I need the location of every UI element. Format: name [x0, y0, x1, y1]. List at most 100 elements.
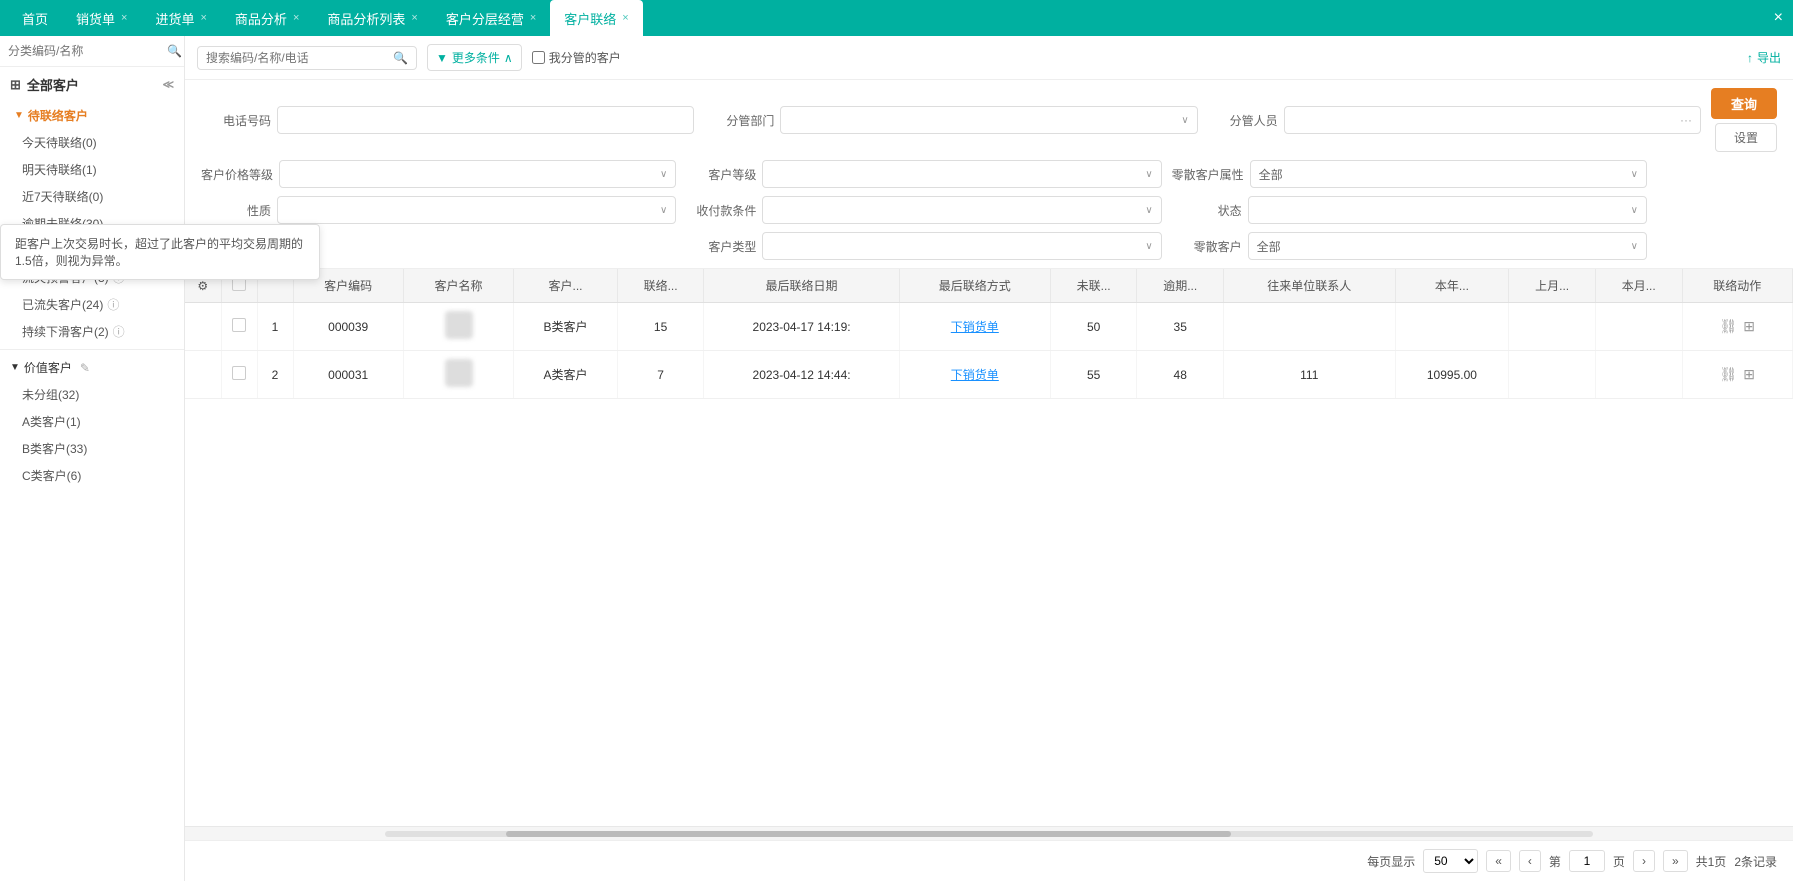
- nav-customer-contact[interactable]: 客户联络 ×: [550, 0, 642, 36]
- sidebar-item-today[interactable]: 今天待联络(0): [0, 129, 184, 156]
- close-purchase-icon[interactable]: ×: [200, 12, 206, 24]
- close-customer-tier-icon[interactable]: ×: [530, 12, 536, 24]
- row2-checkbox[interactable]: [232, 366, 246, 380]
- export-button[interactable]: ↑ 导出: [1747, 49, 1781, 66]
- query-button[interactable]: 查询: [1711, 88, 1777, 119]
- first-page-button[interactable]: «: [1486, 850, 1511, 872]
- row1-contact-person: [1224, 303, 1395, 351]
- col-no-contact-header[interactable]: 未联...: [1050, 269, 1137, 303]
- row1-last-method[interactable]: 下销货单: [899, 303, 1050, 351]
- filter-payment-select[interactable]: ∨: [762, 196, 1161, 224]
- page-size-select[interactable]: 50 20 100: [1423, 849, 1478, 873]
- filter-row-2: 客户价格等级 ∨ 客户等级 ∨ 零散客户属性 全部: [201, 160, 1777, 188]
- row1-link-icon[interactable]: ⛓: [1720, 318, 1738, 335]
- scroll-thumb[interactable]: [506, 831, 1231, 837]
- search-input[interactable]: [206, 51, 389, 65]
- col-last-date-header[interactable]: 最后联络日期: [704, 269, 899, 303]
- sidebar-item-churned[interactable]: 已流失客户(24) ⓘ: [0, 291, 184, 318]
- filter-dept: 分管部门 ∨: [704, 106, 1197, 134]
- sidebar-search-icon[interactable]: 🔍: [167, 44, 182, 58]
- close-sales-icon[interactable]: ×: [121, 12, 127, 24]
- close-all-button[interactable]: ×: [1774, 9, 1783, 27]
- total-records: 2条记录: [1734, 853, 1777, 870]
- filter-dept-select[interactable]: ∨: [780, 106, 1197, 134]
- scroll-track[interactable]: [385, 831, 1593, 837]
- sidebar-item-declining[interactable]: 持续下滑客户(2) ⓘ: [0, 318, 184, 345]
- close-customer-contact-icon[interactable]: ×: [622, 12, 628, 24]
- my-customer-checkbox-label[interactable]: 我分管的客户: [532, 49, 621, 66]
- row2-grid-icon[interactable]: ⊞: [1743, 366, 1755, 383]
- row2-method-link[interactable]: 下销货单: [951, 368, 999, 382]
- col-last-month-header[interactable]: 上月...: [1509, 269, 1596, 303]
- filter-phone-input[interactable]: [277, 106, 694, 134]
- nav-product-analysis[interactable]: 商品分析 ×: [221, 0, 313, 36]
- search-input-icon[interactable]: 🔍: [393, 51, 408, 65]
- more-icon[interactable]: ···: [1680, 113, 1692, 127]
- filter-customer-level-select[interactable]: ∨: [762, 160, 1161, 188]
- filter-scatter-customer-label: 零散客户: [1172, 238, 1242, 255]
- filter-scatter-attr-select[interactable]: 全部 ∨: [1250, 160, 1647, 188]
- row2-avatar: [445, 359, 473, 387]
- filter-person-select[interactable]: ···: [1284, 106, 1701, 134]
- row2-check[interactable]: [221, 351, 257, 399]
- close-product-analysis-icon[interactable]: ×: [293, 12, 299, 24]
- nav-product-list[interactable]: 商品分析列表 ×: [313, 0, 431, 36]
- export-icon: ↑: [1747, 51, 1753, 65]
- sidebar-item-a-class[interactable]: A类客户(1): [0, 408, 184, 435]
- col-contact-person-header[interactable]: 往来单位联系人: [1224, 269, 1395, 303]
- col-name-header[interactable]: 客户名称: [403, 269, 513, 303]
- value-customer-edit-icon[interactable]: ✎: [80, 361, 90, 375]
- sidebar-item-b-class[interactable]: B类客户(33): [0, 435, 184, 462]
- row2-last-method[interactable]: 下销货单: [899, 351, 1050, 399]
- filter-status-select[interactable]: ∨: [1248, 196, 1647, 224]
- row2-link-icon[interactable]: ⛓: [1720, 366, 1738, 383]
- close-product-list-icon[interactable]: ×: [411, 12, 417, 24]
- collapse-icon[interactable]: ≪: [162, 78, 174, 91]
- row1-code: 000039: [293, 303, 403, 351]
- filter-nature-select[interactable]: ∨: [277, 196, 676, 224]
- horizontal-scrollbar[interactable]: [185, 826, 1793, 840]
- filter-scatter-customer-select[interactable]: 全部 ∨: [1248, 232, 1647, 260]
- filter-customer-type-select[interactable]: ∨: [762, 232, 1161, 260]
- next-page-button[interactable]: ›: [1633, 850, 1655, 872]
- col-overdue-header[interactable]: 逾期...: [1137, 269, 1224, 303]
- nav-home[interactable]: 首页: [8, 0, 62, 36]
- prev-page-button[interactable]: ‹: [1519, 850, 1541, 872]
- filter-price-level: 客户价格等级 ∨: [201, 160, 676, 188]
- filter-person: 分管人员 ···: [1208, 106, 1701, 134]
- row2-type: A类客户: [514, 351, 618, 399]
- col-this-month-header[interactable]: 本月...: [1595, 269, 1682, 303]
- col-contact-count-header[interactable]: 联络...: [617, 269, 704, 303]
- value-customer-group-header[interactable]: ▼ 价值客户 ✎: [0, 354, 184, 381]
- chevron-down-icon2: ∨: [660, 169, 667, 180]
- more-filters-button[interactable]: ▼ 更多条件 ∧: [427, 44, 522, 71]
- col-this-year-header[interactable]: 本年...: [1395, 269, 1509, 303]
- chevron-down-icon5: ∨: [660, 205, 667, 216]
- nav-customer-tier[interactable]: 客户分层经营 ×: [432, 0, 550, 36]
- search-bar: 🔍 ▼ 更多条件 ∧ 我分管的客户 ↑ 导出: [185, 36, 1793, 80]
- pending-contact-header[interactable]: ▼ 待联络客户: [0, 102, 184, 129]
- sidebar-item-7days[interactable]: 近7天待联络(0): [0, 183, 184, 210]
- table-row: 1 000039 B类客户 15 2023-04-17 14:19: 下销货单 …: [185, 303, 1793, 351]
- col-type-header[interactable]: 客户...: [514, 269, 618, 303]
- nav-purchase[interactable]: 进货单 ×: [141, 0, 220, 36]
- sidebar-item-c-class[interactable]: C类客户(6): [0, 462, 184, 489]
- filter-price-level-select[interactable]: ∨: [279, 160, 676, 188]
- row2-action-icons: ⛓ ⊞: [1691, 366, 1784, 383]
- row1-check[interactable]: [221, 303, 257, 351]
- col-last-method-header[interactable]: 最后联络方式: [899, 269, 1050, 303]
- my-customer-checkbox[interactable]: [532, 51, 545, 64]
- last-page-button[interactable]: »: [1663, 850, 1688, 872]
- sidebar-item-tomorrow[interactable]: 明天待联络(1): [0, 156, 184, 183]
- nav-sales[interactable]: 销货单 ×: [62, 0, 141, 36]
- setting-button[interactable]: 设置: [1715, 123, 1777, 152]
- sidebar-search-input[interactable]: [8, 44, 163, 58]
- row2-name: [403, 351, 513, 399]
- row1-method-link[interactable]: 下销货单: [951, 320, 999, 334]
- row1-checkbox[interactable]: [232, 318, 246, 332]
- row1-grid-icon[interactable]: ⊞: [1743, 318, 1755, 335]
- page-input[interactable]: [1569, 850, 1605, 872]
- sidebar-item-ungrouped[interactable]: 未分组(32): [0, 381, 184, 408]
- filter-row-1: 电话号码 分管部门 ∨ 分管人员 ···: [201, 88, 1777, 152]
- all-customers-header[interactable]: ⊞ 全部客户 ≪: [0, 67, 184, 102]
